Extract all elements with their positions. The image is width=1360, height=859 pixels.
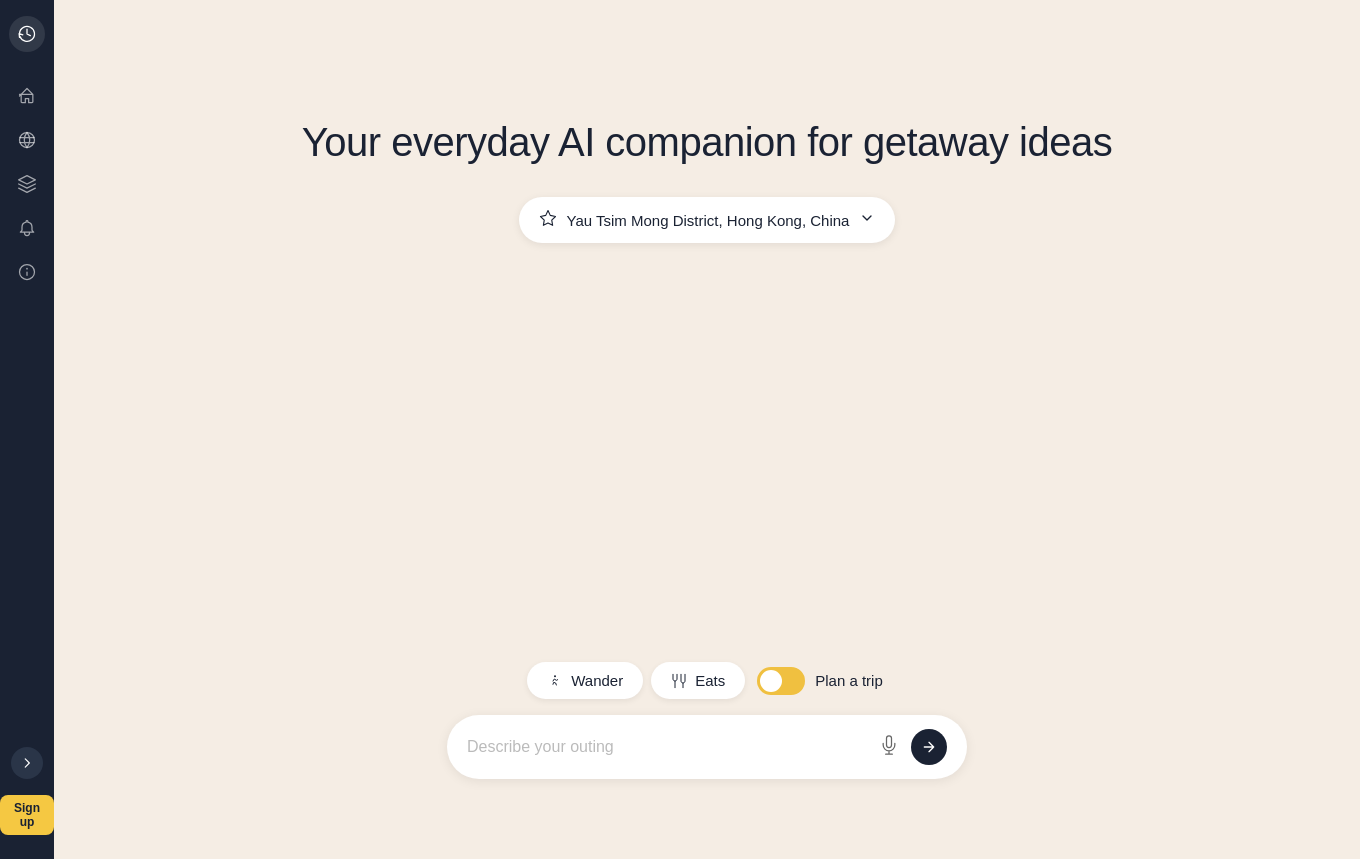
plan-trip-toggle[interactable] <box>757 667 805 695</box>
wander-tab[interactable]: Wander <box>527 662 643 699</box>
app-logo[interactable] <box>9 16 45 52</box>
microphone-icon[interactable] <box>879 735 899 759</box>
navigation-icon <box>539 209 557 231</box>
wander-tab-label: Wander <box>571 672 623 689</box>
sidebar-item-home[interactable] <box>7 76 47 116</box>
main-content: Your everyday AI companion for getaway i… <box>54 0 1360 859</box>
sidebar: Sign up <box>0 0 54 859</box>
layers-icon <box>17 174 37 194</box>
send-icon <box>921 739 937 755</box>
eats-tab[interactable]: Eats <box>651 662 745 699</box>
sidebar-item-notifications[interactable] <box>7 208 47 248</box>
chevron-down-icon <box>859 210 875 230</box>
sidebar-nav <box>7 76 47 739</box>
svg-point-0 <box>20 133 35 148</box>
bell-icon <box>17 218 37 238</box>
plan-trip-label: Plan a trip <box>815 672 883 689</box>
signup-button[interactable]: Sign up <box>0 795 54 835</box>
location-selector[interactable]: Yau Tsim Mong District, Hong Kong, China <box>519 197 896 243</box>
chevron-right-icon <box>20 756 34 770</box>
toggle-knob <box>760 670 782 692</box>
info-icon <box>17 262 37 282</box>
home-icon <box>17 86 37 106</box>
person-walk-icon <box>547 673 563 689</box>
bottom-area: Wander Eats Plan a trip <box>54 662 1360 779</box>
search-bar <box>447 715 967 779</box>
plan-trip-tab[interactable]: Plan a trip <box>753 663 887 699</box>
search-input[interactable] <box>467 738 867 756</box>
fork-knife-icon <box>671 673 687 689</box>
sidebar-item-layers[interactable] <box>7 164 47 204</box>
clock-rotate-icon <box>17 24 37 44</box>
sidebar-item-info[interactable] <box>7 252 47 292</box>
tab-row: Wander Eats Plan a trip <box>527 662 887 699</box>
svg-point-4 <box>554 675 556 677</box>
expand-sidebar-button[interactable] <box>11 747 43 779</box>
sidebar-item-explore[interactable] <box>7 120 47 160</box>
send-button[interactable] <box>911 729 947 765</box>
eats-tab-label: Eats <box>695 672 725 689</box>
globe-icon <box>17 130 37 150</box>
hero-title: Your everyday AI companion for getaway i… <box>302 120 1112 165</box>
location-text: Yau Tsim Mong District, Hong Kong, China <box>567 212 850 229</box>
